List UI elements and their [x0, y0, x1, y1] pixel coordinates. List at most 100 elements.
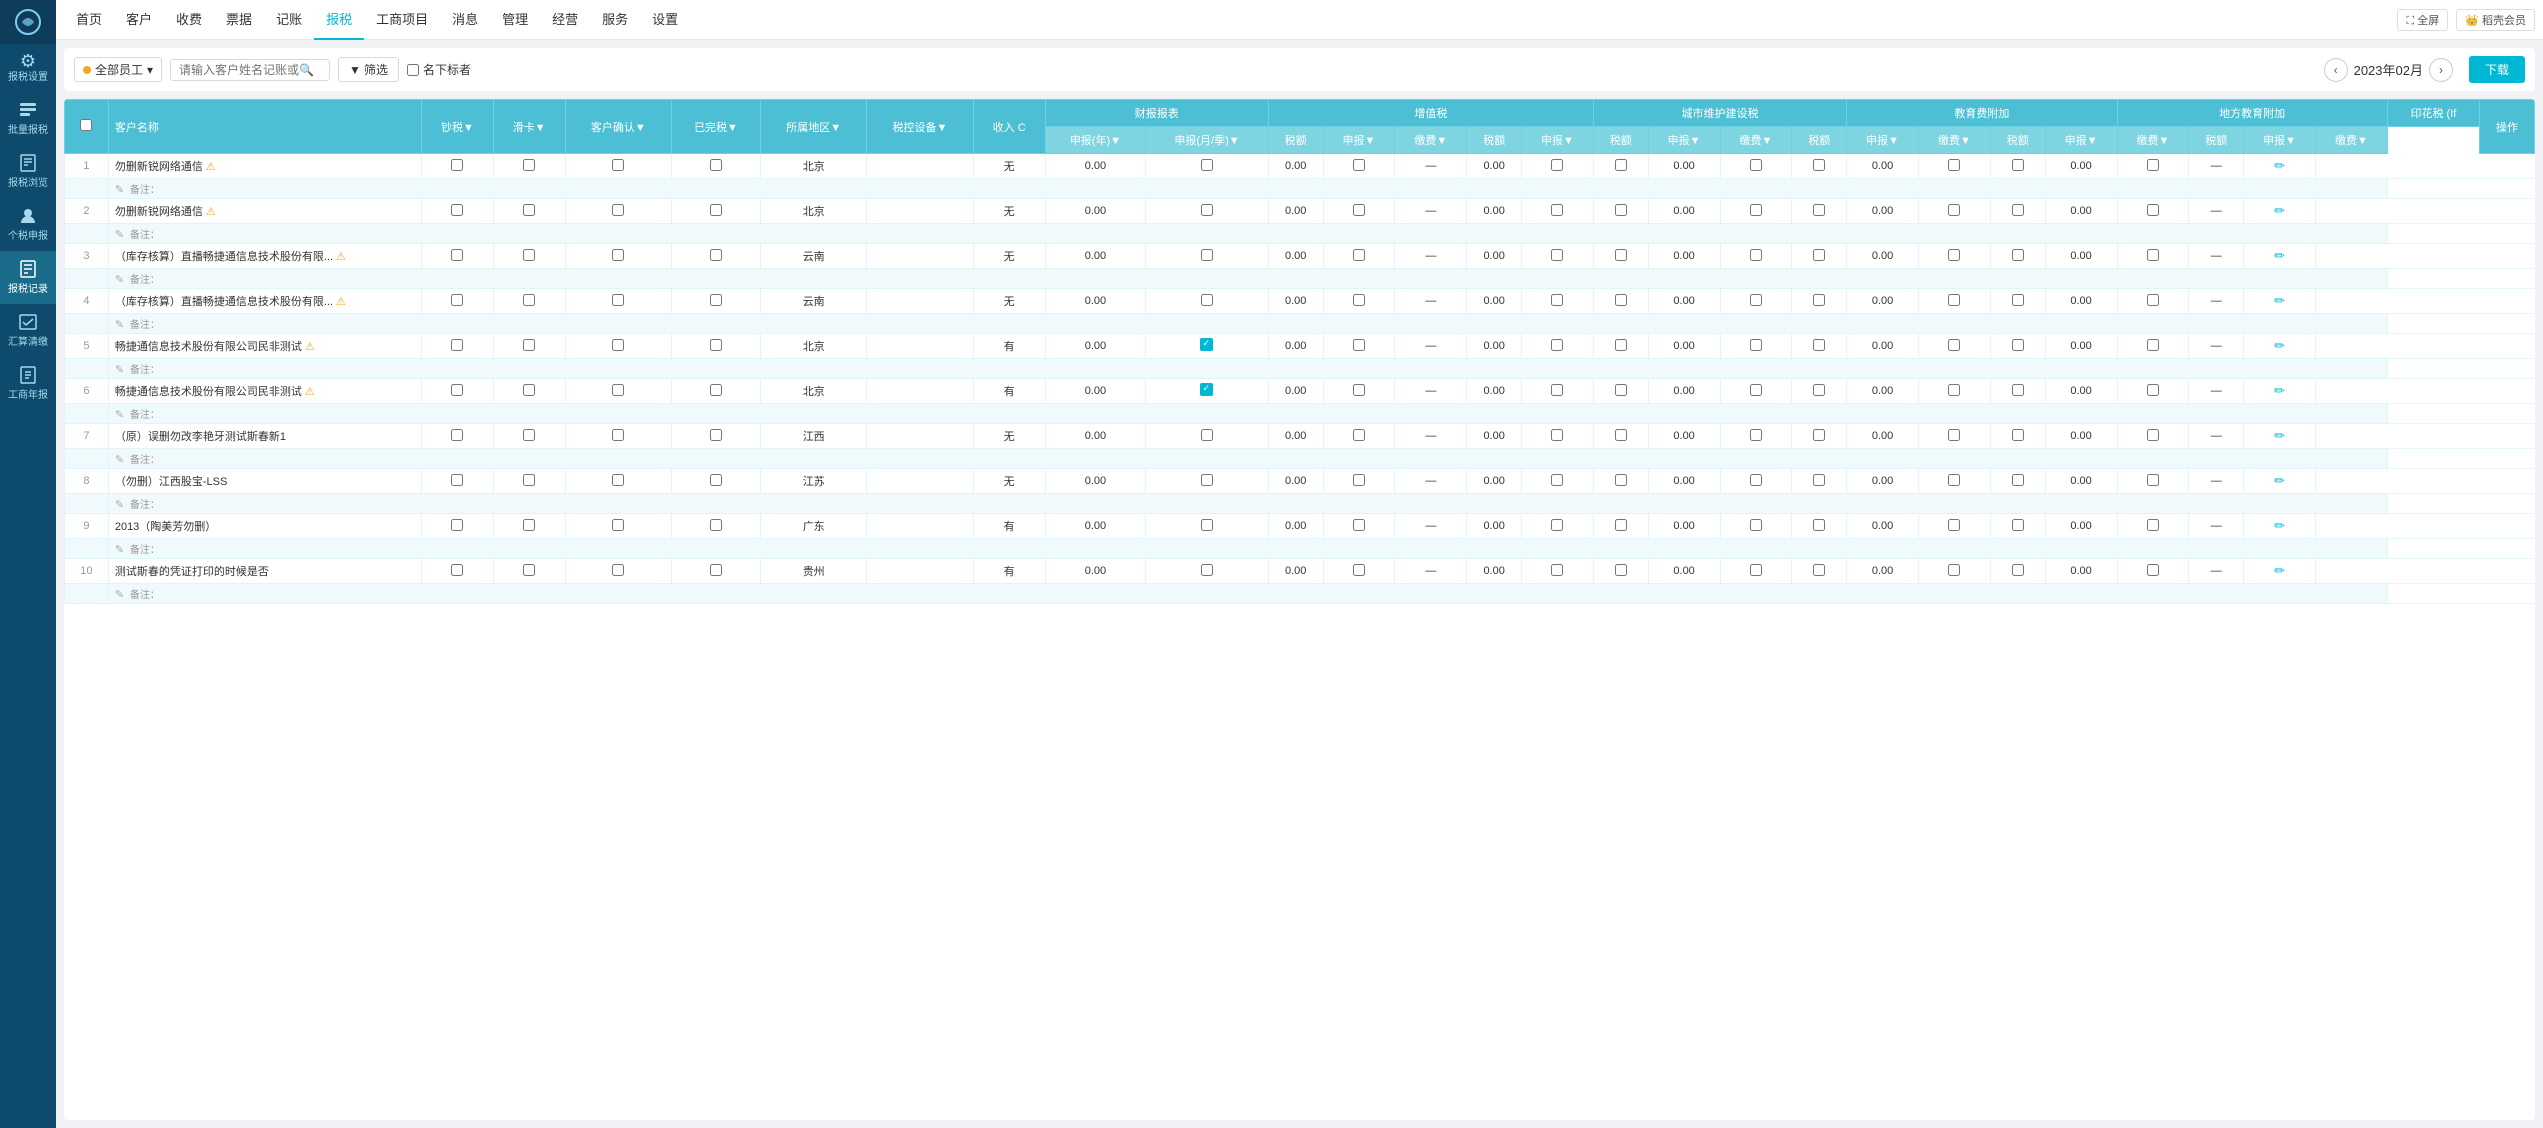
paid-tax-checkbox[interactable] — [710, 339, 722, 351]
filter-button[interactable]: ▼ 筛选 — [338, 57, 399, 82]
edit-icon[interactable]: ✏ — [2274, 383, 2285, 398]
sidebar-item-annual-settlement[interactable]: 汇算清缴 — [0, 304, 56, 357]
city-pay-checkbox[interactable] — [1615, 249, 1627, 261]
city-declare-checkbox[interactable] — [1551, 564, 1563, 576]
invoice-tax-checkbox[interactable] — [451, 159, 463, 171]
local-pay-checkbox[interactable] — [2012, 159, 2024, 171]
edu-pay-checkbox[interactable] — [1813, 294, 1825, 306]
vat-declare-checkbox[interactable] — [1353, 339, 1365, 351]
city-declare-checkbox[interactable] — [1551, 204, 1563, 216]
city-declare-checkbox[interactable] — [1551, 339, 1563, 351]
city-pay-checkbox[interactable] — [1615, 204, 1627, 216]
local-declare-checkbox[interactable] — [1948, 564, 1960, 576]
city-pay-checkbox[interactable] — [1615, 339, 1627, 351]
client-confirm-checkbox[interactable] — [612, 384, 624, 396]
local-declare-checkbox[interactable] — [1948, 519, 1960, 531]
edu-declare-checkbox[interactable] — [1750, 519, 1762, 531]
sidebar-item-personal-tax[interactable]: 个税申报 — [0, 198, 56, 251]
local-pay-checkbox[interactable] — [2012, 519, 2024, 531]
client-confirm-checkbox[interactable] — [612, 429, 624, 441]
vat-declare-checkbox[interactable] — [1353, 519, 1365, 531]
row-checkbox[interactable] — [1201, 474, 1213, 486]
sidebar-item-annual-report[interactable]: 工商年报 — [0, 357, 56, 410]
nav-messages[interactable]: 消息 — [440, 0, 490, 40]
employee-filter[interactable]: 全部员工 ▾ — [74, 57, 162, 82]
local-pay-checkbox[interactable] — [2012, 384, 2024, 396]
slide-card-checkbox[interactable] — [523, 429, 535, 441]
nav-bookkeeping[interactable]: 记账 — [264, 0, 314, 40]
edu-pay-checkbox[interactable] — [1813, 159, 1825, 171]
invoice-tax-checkbox[interactable] — [451, 294, 463, 306]
nav-operations[interactable]: 经营 — [540, 0, 590, 40]
client-confirm-checkbox[interactable] — [612, 294, 624, 306]
row-checkbox[interactable] — [1201, 204, 1213, 216]
slide-card-checkbox[interactable] — [523, 474, 535, 486]
invoice-tax-checkbox[interactable] — [451, 564, 463, 576]
row-checkbox[interactable] — [1201, 159, 1213, 171]
invoice-tax-checkbox[interactable] — [451, 204, 463, 216]
sidebar-item-tax-records[interactable]: 报税记录 — [0, 251, 56, 304]
edit-icon[interactable]: ✏ — [2274, 248, 2285, 263]
local-pay-checkbox[interactable] — [2012, 249, 2024, 261]
nav-management[interactable]: 管理 — [490, 0, 540, 40]
nav-settings[interactable]: 设置 — [640, 0, 690, 40]
local-declare-checkbox[interactable] — [1948, 249, 1960, 261]
client-confirm-checkbox[interactable] — [612, 564, 624, 576]
row-checkbox[interactable] — [1201, 249, 1213, 261]
local-declare-checkbox[interactable] — [1948, 204, 1960, 216]
search-wrap[interactable]: 🔍 — [170, 59, 330, 81]
nav-home[interactable]: 首页 — [64, 0, 114, 40]
sidebar-item-tax-browse[interactable]: 报税浏览 — [0, 145, 56, 198]
paid-tax-checkbox[interactable] — [710, 159, 722, 171]
slide-card-checkbox[interactable] — [523, 249, 535, 261]
edu-declare-checkbox[interactable] — [1750, 564, 1762, 576]
nav-billing[interactable]: 收费 — [164, 0, 214, 40]
local-pay-checkbox[interactable] — [2012, 294, 2024, 306]
edu-declare-checkbox[interactable] — [1750, 159, 1762, 171]
edu-pay-checkbox[interactable] — [1813, 249, 1825, 261]
vat-declare-checkbox[interactable] — [1353, 564, 1365, 576]
local-declare-checkbox[interactable] — [1948, 474, 1960, 486]
slide-card-checkbox[interactable] — [523, 384, 535, 396]
paid-tax-checkbox[interactable] — [710, 384, 722, 396]
vat-declare-checkbox[interactable] — [1353, 249, 1365, 261]
edit-icon[interactable]: ✏ — [2274, 518, 2285, 533]
member-button[interactable]: 👑 稻壳会员 — [2456, 9, 2535, 31]
nav-invoices[interactable]: 票据 — [214, 0, 264, 40]
edit-icon[interactable]: ✏ — [2274, 203, 2285, 218]
vat-declare-checkbox[interactable] — [1353, 429, 1365, 441]
search-input[interactable] — [179, 63, 299, 77]
vat-declare-checkbox[interactable] — [1353, 204, 1365, 216]
stamp-declare-checkbox[interactable] — [2147, 204, 2159, 216]
edu-pay-checkbox[interactable] — [1813, 564, 1825, 576]
slide-card-checkbox[interactable] — [523, 519, 535, 531]
edu-pay-checkbox[interactable] — [1813, 429, 1825, 441]
slide-card-checkbox[interactable] — [523, 339, 535, 351]
vat-declare-checkbox[interactable] — [1353, 474, 1365, 486]
edu-pay-checkbox[interactable] — [1813, 384, 1825, 396]
local-declare-checkbox[interactable] — [1948, 294, 1960, 306]
stamp-declare-checkbox[interactable] — [2147, 429, 2159, 441]
vat-declare-checkbox[interactable] — [1353, 294, 1365, 306]
paid-tax-checkbox[interactable] — [710, 474, 722, 486]
stamp-declare-checkbox[interactable] — [2147, 249, 2159, 261]
vat-declare-checkbox[interactable] — [1353, 159, 1365, 171]
city-pay-checkbox[interactable] — [1615, 564, 1627, 576]
edu-pay-checkbox[interactable] — [1813, 519, 1825, 531]
slide-card-checkbox[interactable] — [523, 159, 535, 171]
city-pay-checkbox[interactable] — [1615, 429, 1627, 441]
edit-icon[interactable]: ✏ — [2274, 428, 2285, 443]
edit-icon[interactable]: ✏ — [2274, 158, 2285, 173]
name-tag-checkbox-wrap[interactable]: 名下标者 — [407, 61, 471, 78]
edu-declare-checkbox[interactable] — [1750, 384, 1762, 396]
local-pay-checkbox[interactable] — [2012, 474, 2024, 486]
nav-tax[interactable]: 报税 — [314, 0, 364, 40]
stamp-declare-checkbox[interactable] — [2147, 294, 2159, 306]
edu-pay-checkbox[interactable] — [1813, 474, 1825, 486]
city-pay-checkbox[interactable] — [1615, 474, 1627, 486]
city-pay-checkbox[interactable] — [1615, 519, 1627, 531]
client-confirm-checkbox[interactable] — [612, 474, 624, 486]
paid-tax-checkbox[interactable] — [710, 294, 722, 306]
edu-pay-checkbox[interactable] — [1813, 339, 1825, 351]
edu-declare-checkbox[interactable] — [1750, 204, 1762, 216]
